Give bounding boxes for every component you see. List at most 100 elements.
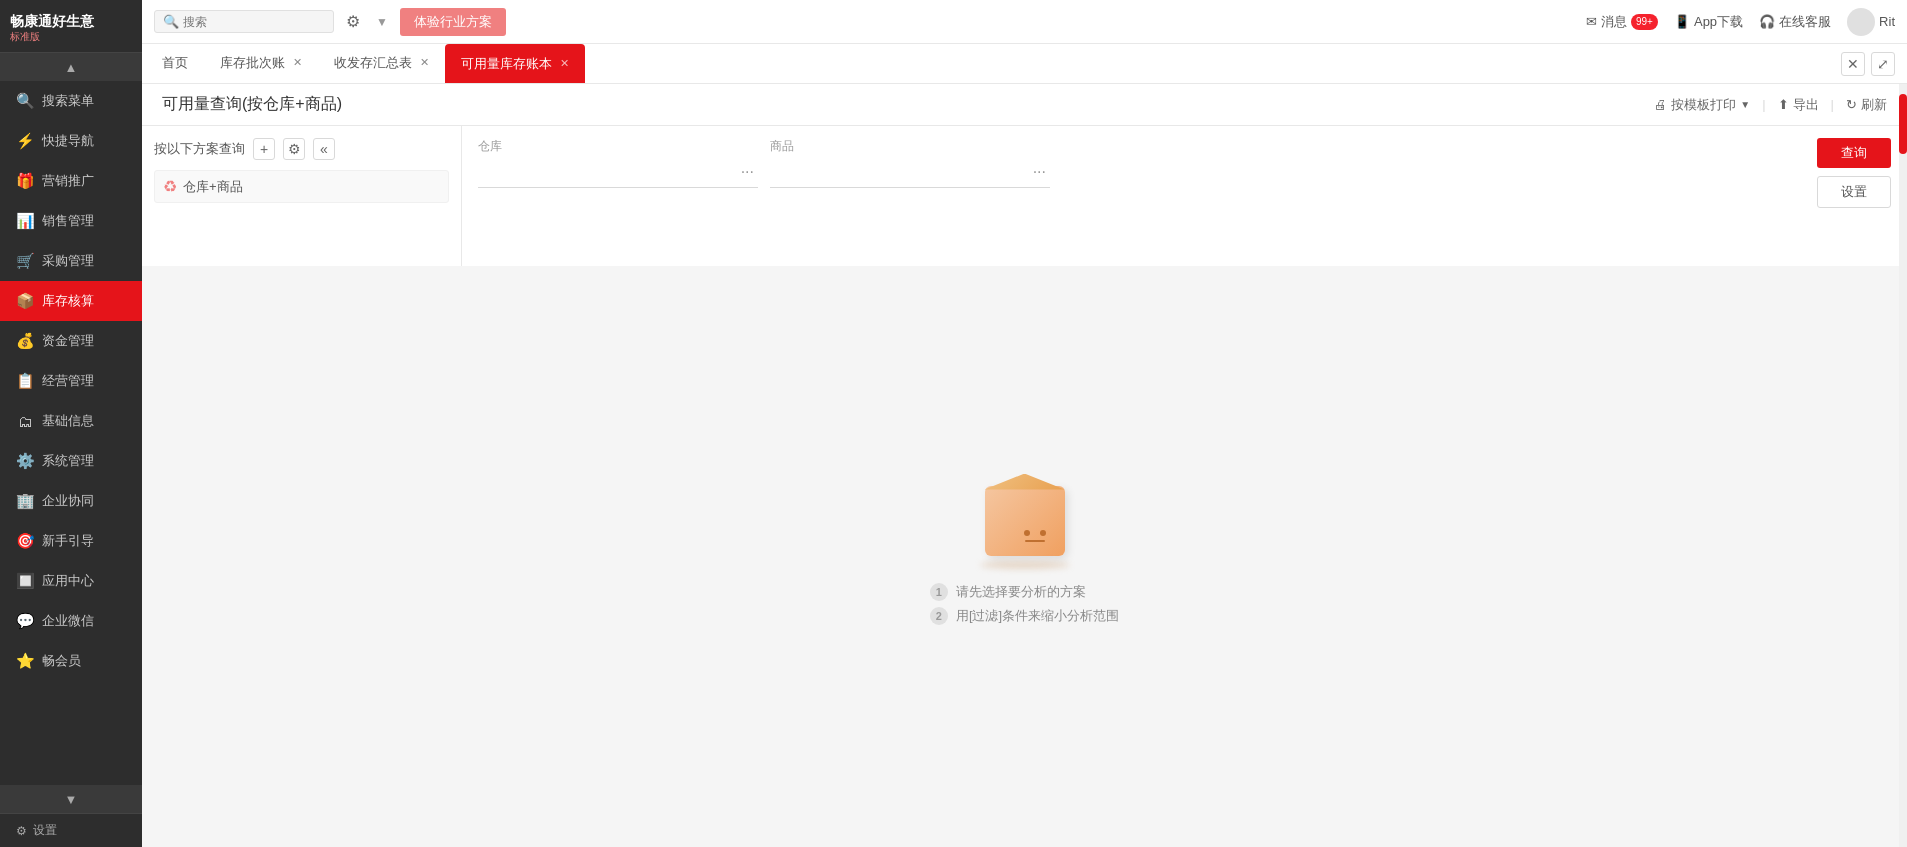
sidebar-item-membership[interactable]: ⭐ 畅会员	[0, 641, 142, 681]
online-service-label: 在线客服	[1779, 13, 1831, 31]
sidebar-item-label: 库存核算	[42, 292, 94, 310]
onboarding-icon: 🎯	[16, 532, 34, 550]
refresh-label: 刷新	[1861, 96, 1887, 114]
sidebar-item-label: 搜索菜单	[42, 92, 94, 110]
tab-stock-summary[interactable]: 收发存汇总表 ✕	[318, 44, 445, 83]
sidebar-item-wechat[interactable]: 💬 企业微信	[0, 601, 142, 641]
page-header: 可用量查询(按仓库+商品) 🖨 按模板打印 ▼ | ⬆ 导出 | ↻ 刷新	[142, 84, 1907, 126]
product-input-wrap: ···	[770, 157, 1050, 188]
scheme-panel-header: 按以下方案查询 + ⚙ «	[154, 138, 449, 160]
scheme-settings-btn[interactable]: ⚙	[283, 138, 305, 160]
app-download-btn[interactable]: 📱 App下载	[1674, 13, 1743, 31]
product-more-btn[interactable]: ···	[1029, 161, 1050, 183]
message-btn[interactable]: ✉ 消息 99+	[1586, 13, 1658, 31]
sidebar-item-purchase[interactable]: 🛒 采购管理	[0, 241, 142, 281]
tab-available-stock-label: 可用量库存账本	[461, 55, 552, 73]
warehouse-more-btn[interactable]: ···	[737, 161, 758, 183]
export-btn[interactable]: ⬆ 导出	[1778, 96, 1819, 114]
sidebar-item-label: 企业微信	[42, 612, 94, 630]
sidebar-item-label: 新手引导	[42, 532, 94, 550]
scheme-add-btn[interactable]: +	[253, 138, 275, 160]
search-input[interactable]	[183, 15, 313, 29]
app-subtitle: 标准版	[10, 30, 132, 44]
query-area: 按以下方案查询 + ⚙ « ♻ 仓库+商品 仓库 ···	[142, 126, 1907, 266]
product-input[interactable]	[770, 165, 1029, 180]
sales-icon: 📊	[16, 212, 34, 230]
tab-bar-controls: ✕ ⤢	[1833, 44, 1903, 83]
online-service-btn[interactable]: 🎧 在线客服	[1759, 13, 1831, 31]
search-icon: 🔍	[163, 14, 179, 29]
warehouse-input[interactable]	[478, 165, 737, 180]
hint-text-1: 请先选择要分析的方案	[956, 583, 1086, 601]
scheme-item-icon: ♻	[163, 177, 177, 196]
empty-state: 1 请先选择要分析的方案 2 用[过滤]条件来缩小分析范围	[142, 266, 1907, 829]
trial-button[interactable]: 体验行业方案	[400, 8, 506, 36]
tab-home[interactable]: 首页	[146, 44, 204, 83]
operations-icon: 📋	[16, 372, 34, 390]
expand-btn[interactable]: ⤢	[1871, 52, 1895, 76]
sidebar-item-search-menu[interactable]: 🔍 搜索菜单	[0, 81, 142, 121]
empty-shadow	[980, 561, 1070, 569]
sidebar-item-sales[interactable]: 📊 销售管理	[0, 201, 142, 241]
sidebar-item-marketing[interactable]: 🎁 营销推广	[0, 161, 142, 201]
template-print-btn[interactable]: 🖨 按模板打印 ▼	[1654, 96, 1750, 114]
finance-icon: 💰	[16, 332, 34, 350]
scrollbar-thumb	[1899, 94, 1907, 154]
sidebar-item-inventory[interactable]: 📦 库存核算	[0, 281, 142, 321]
main-content: 可用量查询(按仓库+商品) 🖨 按模板打印 ▼ | ⬆ 导出 | ↻ 刷新 按以…	[142, 84, 1907, 847]
gear-icon[interactable]: ⚙	[342, 8, 364, 35]
empty-hints: 1 请先选择要分析的方案 2 用[过滤]条件来缩小分析范围	[930, 583, 1119, 625]
app-center-icon: 🔲	[16, 572, 34, 590]
headset-icon: 🎧	[1759, 14, 1775, 29]
settings-icon: ⚙	[16, 824, 27, 838]
tab-bar: 首页 库存批次账 ✕ 收发存汇总表 ✕ 可用量库存账本 ✕ ✕ ⤢	[142, 44, 1907, 84]
quick-nav-icon: ⚡	[16, 132, 34, 150]
sidebar-item-onboarding[interactable]: 🎯 新手引导	[0, 521, 142, 561]
app-logo: 畅康通好生意 标准版	[0, 0, 142, 53]
sidebar-item-enterprise[interactable]: 🏢 企业协同	[0, 481, 142, 521]
tab-available-stock[interactable]: 可用量库存账本 ✕	[445, 44, 585, 83]
print-icon: 🖨	[1654, 97, 1667, 112]
warehouse-input-wrap: ···	[478, 157, 758, 188]
sidebar-item-label: 快捷导航	[42, 132, 94, 150]
scheme-item-warehouse-product[interactable]: ♻ 仓库+商品	[154, 170, 449, 203]
close-all-tabs-btn[interactable]: ✕	[1841, 52, 1865, 76]
header-search[interactable]: 🔍	[154, 10, 334, 33]
message-icon: ✉	[1586, 14, 1597, 29]
sidebar-item-label: 企业协同	[42, 492, 94, 510]
right-scrollbar[interactable]	[1899, 84, 1907, 847]
mobile-icon: 📱	[1674, 14, 1690, 29]
app-title: 畅康通好生意	[10, 12, 132, 30]
close-tab-available-stock[interactable]: ✕	[560, 57, 569, 70]
sidebar-item-basic-info[interactable]: 🗂 基础信息	[0, 401, 142, 441]
sidebar-item-system[interactable]: ⚙️ 系统管理	[0, 441, 142, 481]
query-button[interactable]: 查询	[1817, 138, 1891, 168]
sidebar-item-operations[interactable]: 📋 经营管理	[0, 361, 142, 401]
close-tab-batch-account[interactable]: ✕	[293, 56, 302, 69]
sidebar-scroll-up[interactable]: ▲	[0, 53, 142, 81]
username-label: Rit	[1879, 14, 1895, 29]
tab-batch-account[interactable]: 库存批次账 ✕	[204, 44, 318, 83]
hint-num-2: 2	[930, 607, 948, 625]
hint-text-2: 用[过滤]条件来缩小分析范围	[956, 607, 1119, 625]
dropdown-arrow-icon: ▼	[1740, 99, 1750, 110]
search-menu-icon: 🔍	[16, 92, 34, 110]
sidebar-settings[interactable]: ⚙ 设置	[0, 813, 142, 847]
empty-face	[1005, 514, 1065, 559]
sidebar-item-app-center[interactable]: 🔲 应用中心	[0, 561, 142, 601]
dropdown-icon[interactable]: ▼	[372, 11, 392, 33]
sidebar-item-label: 经营管理	[42, 372, 94, 390]
close-tab-stock-summary[interactable]: ✕	[420, 56, 429, 69]
user-profile[interactable]: Rit	[1847, 8, 1895, 36]
hint-num-1: 1	[930, 583, 948, 601]
sidebar-scroll-down[interactable]: ▼	[0, 785, 142, 813]
scheme-collapse-btn[interactable]: «	[313, 138, 335, 160]
sidebar: 畅康通好生意 标准版 ▲ 🔍 搜索菜单 ⚡ 快捷导航 🎁 营销推广 📊 销售管理…	[0, 0, 142, 847]
settings-button[interactable]: 设置	[1817, 176, 1891, 208]
refresh-btn[interactable]: ↻ 刷新	[1846, 96, 1887, 114]
sidebar-item-label: 资金管理	[42, 332, 94, 350]
enterprise-icon: 🏢	[16, 492, 34, 510]
sidebar-item-finance[interactable]: 💰 资金管理	[0, 321, 142, 361]
sidebar-item-quick-nav[interactable]: ⚡ 快捷导航	[0, 121, 142, 161]
product-filter-label: 商品	[770, 138, 1050, 155]
